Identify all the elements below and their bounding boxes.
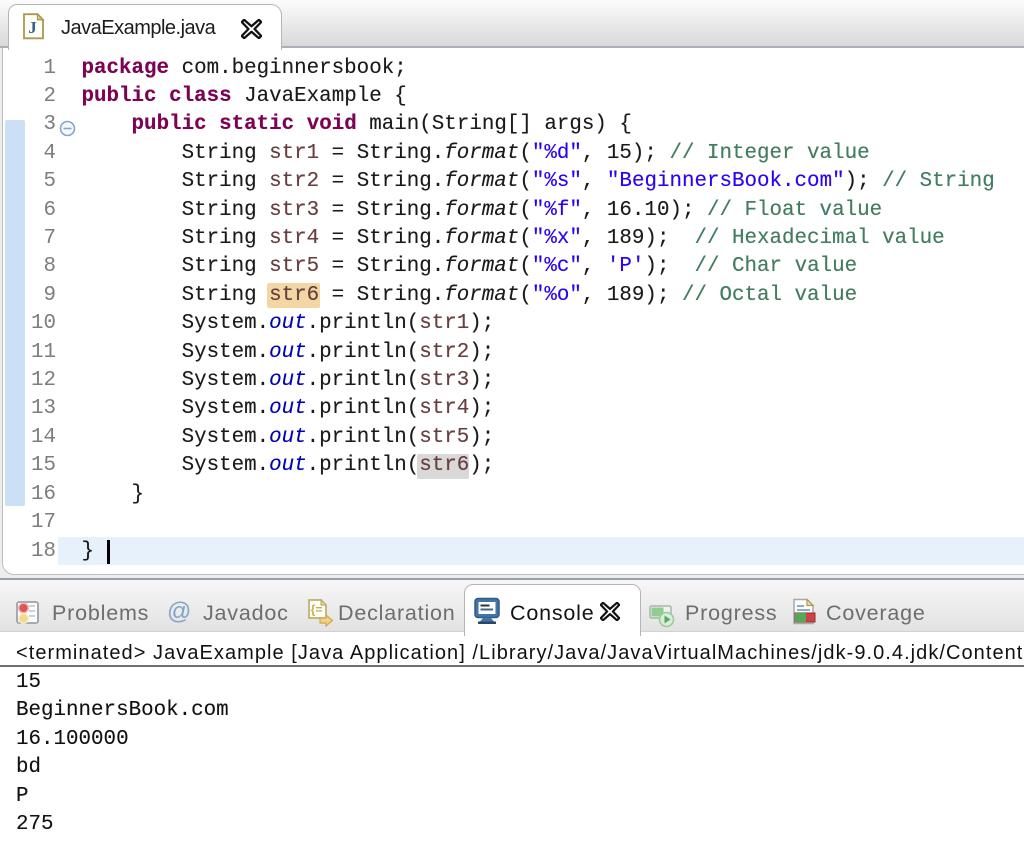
svg-text:J: J [28, 18, 37, 37]
svg-text:{=: {= [311, 603, 323, 617]
